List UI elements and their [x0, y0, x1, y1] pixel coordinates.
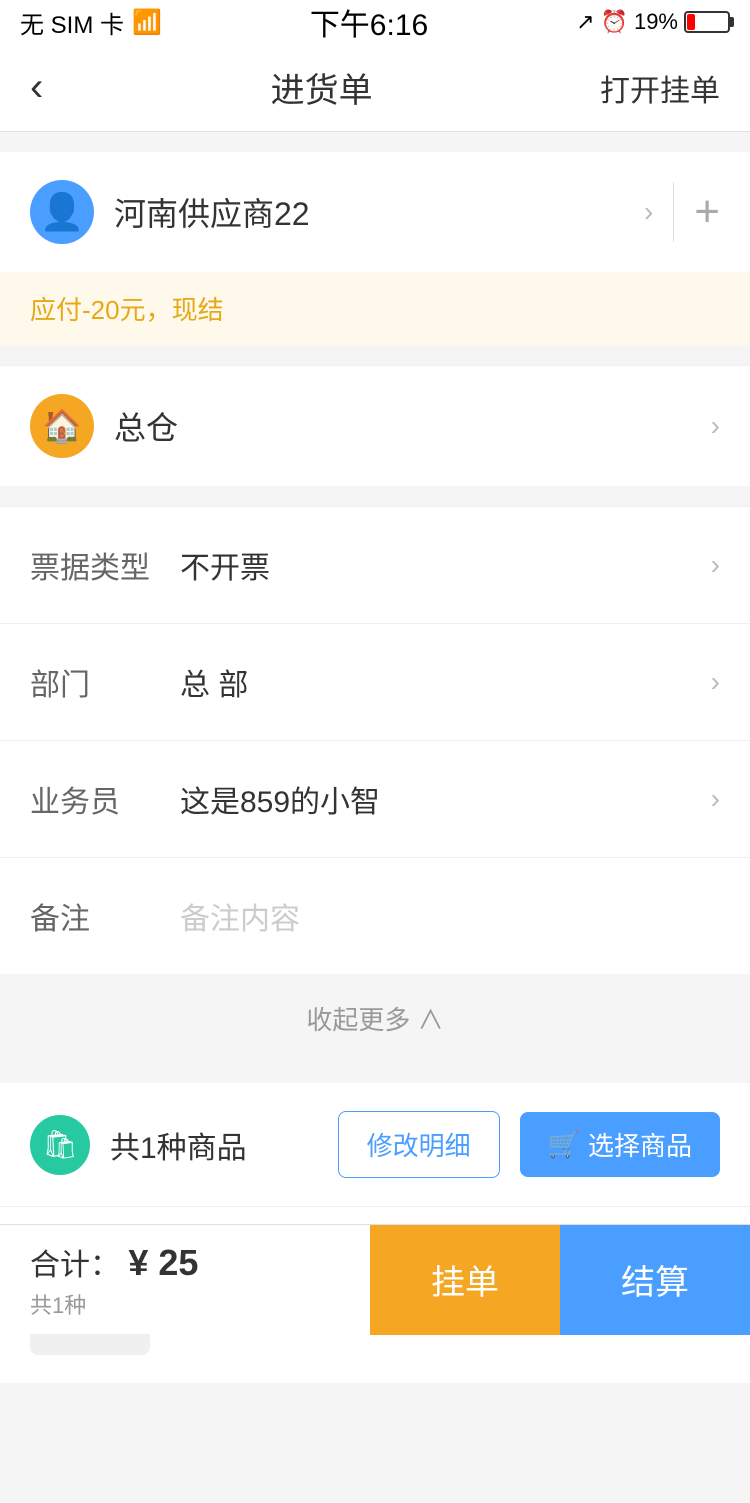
- select-product-label: 选择商品: [588, 1126, 692, 1163]
- edit-details-button[interactable]: 修改明细: [338, 1111, 500, 1178]
- warehouse-name: 总仓: [114, 403, 711, 449]
- status-bar: 无 SIM 卡 📶 下午6:16 ↗ ⏰ 19%: [0, 0, 750, 44]
- warehouse-row[interactable]: 🏠 总仓 ›: [0, 365, 750, 486]
- invoice-chevron-icon: ›: [711, 549, 720, 581]
- salesman-value: 这是859的小智: [170, 777, 711, 821]
- section-gap-2: [0, 345, 750, 365]
- department-row[interactable]: 部门 总 部 ›: [0, 623, 750, 740]
- invoice-label: 票据类型: [30, 543, 170, 587]
- salesman-row[interactable]: 业务员 这是859的小智 ›: [0, 740, 750, 857]
- supplier-avatar: 👤: [30, 180, 94, 244]
- collapse-row[interactable]: 收起更多 ∧: [0, 974, 750, 1063]
- footer-total-sub: 共1种: [30, 1288, 340, 1320]
- products-icon-wrap: 🛍: [30, 1115, 90, 1175]
- footer-bar: 合计： ¥ 25 共1种 挂单 结算: [0, 1224, 750, 1334]
- add-supplier-button[interactable]: +: [694, 187, 720, 237]
- alert-text: 应付-20元，现结: [30, 295, 224, 325]
- checkout-button[interactable]: 结算: [560, 1225, 750, 1335]
- alarm-icon: ⏰: [601, 9, 628, 35]
- department-chevron-icon: ›: [711, 666, 720, 698]
- footer-total: 合计： ¥ 25 共1种: [0, 1240, 370, 1320]
- supplier-row[interactable]: 👤 河南供应商22 › +: [0, 152, 750, 272]
- open-pending-button[interactable]: 打开挂单: [600, 66, 720, 110]
- invoice-row[interactable]: 票据类型 不开票 ›: [0, 506, 750, 623]
- supplier-section: 👤 河南供应商22 › + 应付-20元，现结: [0, 152, 750, 345]
- total-amount: ¥ 25: [128, 1242, 198, 1283]
- select-product-button[interactable]: 🛒 选择商品: [520, 1112, 720, 1177]
- salesman-label: 业务员: [30, 777, 170, 821]
- remark-row[interactable]: 备注 备注内容: [0, 857, 750, 974]
- status-left: 无 SIM 卡 📶: [20, 5, 162, 40]
- suspend-button[interactable]: 挂单: [370, 1225, 560, 1335]
- status-right: ↗ ⏰ 19%: [576, 9, 730, 35]
- vertical-divider: [673, 182, 674, 242]
- section-gap-4: [0, 1063, 750, 1083]
- back-button[interactable]: ‹: [30, 65, 43, 110]
- remark-input[interactable]: 备注内容: [170, 894, 720, 938]
- warehouse-icon: 🏠: [42, 407, 82, 445]
- alert-banner: 应付-20元，现结: [0, 272, 750, 345]
- department-label: 部门: [30, 660, 170, 704]
- warehouse-icon-wrap: 🏠: [30, 394, 94, 458]
- location-icon: ↗: [576, 9, 594, 35]
- supplier-name: 河南供应商22: [114, 189, 644, 235]
- warehouse-section: 🏠 总仓 ›: [0, 365, 750, 486]
- carrier-text: 无 SIM 卡: [20, 5, 124, 40]
- battery-icon: [684, 11, 730, 33]
- battery-text: 19%: [634, 9, 678, 35]
- page-title: 进货单: [271, 63, 373, 112]
- cart-icon: 🛍: [42, 1128, 78, 1161]
- collapse-label: 收起更多 ∧: [306, 1000, 443, 1037]
- section-gap-3: [0, 486, 750, 506]
- total-label: 合计：: [30, 1249, 120, 1282]
- salesman-chevron-icon: ›: [711, 783, 720, 815]
- nav-bar: ‹ 进货单 打开挂单: [0, 44, 750, 132]
- products-count: 共1种商品: [110, 1123, 318, 1167]
- user-icon: 👤: [40, 191, 85, 233]
- products-header: 🛍 共1种商品 修改明细 🛒 选择商品: [0, 1083, 750, 1206]
- form-section: 票据类型 不开票 › 部门 总 部 › 业务员 这是859的小智 › 备注 备注…: [0, 506, 750, 974]
- chevron-right-icon: ›: [644, 196, 653, 228]
- wifi-icon: 📶: [132, 8, 162, 37]
- department-value: 总 部: [170, 660, 711, 704]
- section-gap-1: [0, 132, 750, 152]
- remark-label: 备注: [30, 894, 170, 938]
- invoice-value: 不开票: [170, 543, 711, 587]
- select-product-icon: 🛒: [548, 1129, 580, 1160]
- status-time: 下午6:16: [310, 0, 428, 44]
- warehouse-chevron-icon: ›: [711, 410, 720, 442]
- footer-total-main: 合计： ¥ 25: [30, 1240, 340, 1284]
